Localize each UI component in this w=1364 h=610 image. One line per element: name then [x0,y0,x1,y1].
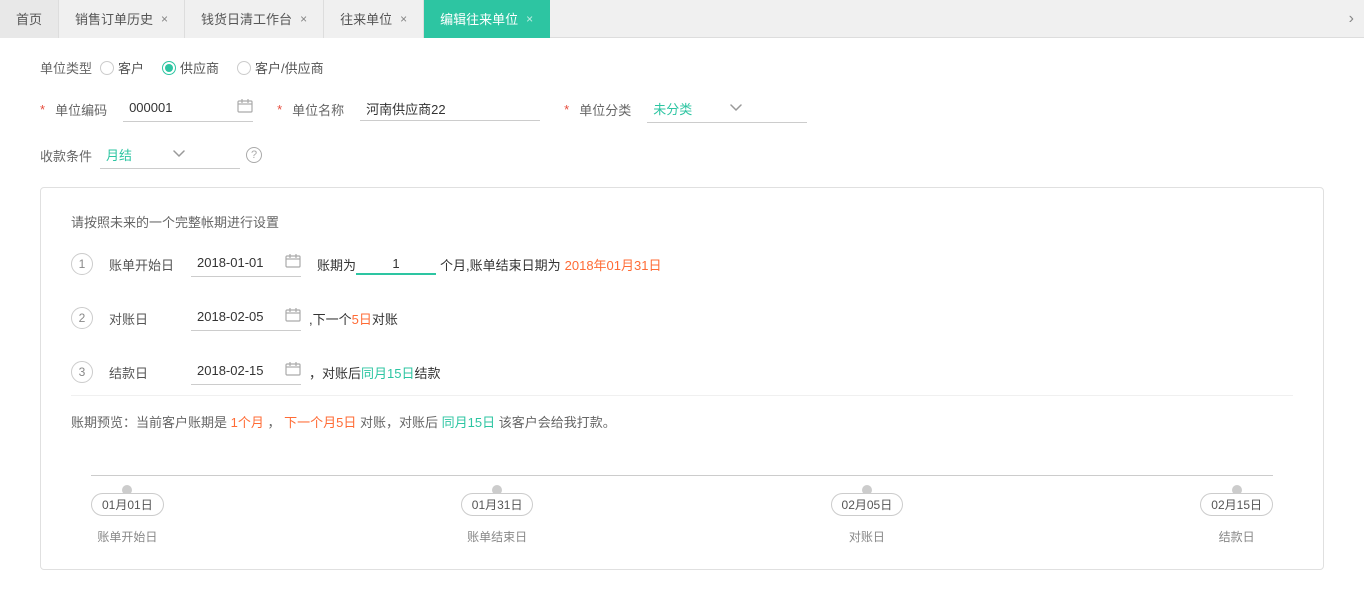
timeline-point-2: 01月31日 账单结束日 [461,481,534,545]
timeline-badge-2: 01月31日 [461,493,534,516]
preview-part3: 同月15日 [442,415,495,430]
payment-suffix-prefix: ，对账后 [309,363,361,382]
timeline-badge-3: 02月05日 [831,493,904,516]
unit-code-input-wrapper [123,96,253,122]
row-number-3: 3 [71,361,93,383]
timeline-label-2: 账单结束日 [467,528,527,545]
preview-label: 账期预览：当前客户账期是 [71,415,227,430]
close-cash-desk[interactable]: × [300,12,307,26]
period-value-input[interactable] [356,254,436,275]
unit-type-radio-group: 客户 供应商 客户/供应商 [100,58,324,77]
payment-suffix-text: 结款 [414,363,440,382]
payment-terms-help-icon[interactable]: ? [246,147,262,163]
unit-code-browse-icon[interactable] [237,99,253,116]
timeline-label-3: 对账日 [849,528,885,545]
unit-code-input[interactable] [123,96,233,119]
timeline-point-3: 02月05日 对账日 [831,481,904,545]
unit-name-input[interactable] [360,97,540,121]
unit-category-group: * 单位分类 未分类 [564,95,807,123]
payment-terms-row: 收款条件 月结 ? [40,141,1324,169]
tab-cash-desk[interactable]: 钱货日清工作台 × [185,0,324,38]
timeline-badge-1: 01月01日 [91,493,164,516]
unit-details-row: * 单位编码 * 单位名称 * [40,95,1324,123]
timeline-badge-4: 02月15日 [1200,493,1273,516]
preview-part2: 下一个月5日 [284,415,356,430]
unit-code-star: * [40,102,45,117]
period-label1: 账期为 [317,255,356,274]
billing-start-row: 1 账单开始日 账期为 个月,账单结束日期为 2018年01月31日 [71,251,1293,277]
preview-sep1: ， [268,415,281,430]
unit-code-group: * 单位编码 [40,96,253,122]
timeline-line [91,475,1273,476]
tab-more-button[interactable]: › [1339,10,1364,28]
reconciliation-calendar-icon[interactable] [285,308,301,325]
preview-sep2: 对账，对账后 [360,415,438,430]
row-number-2: 2 [71,307,93,329]
timeline: 01月01日 账单开始日 01月31日 账单结束日 02月05日 对账日 [91,461,1273,545]
payment-terms-select[interactable]: 月结 [100,141,240,169]
main-content: 单位类型 客户 供应商 客户/供应商 * 单位编码 [0,38,1364,610]
radio-circle-customer [100,61,114,75]
radio-circle-both [237,61,251,75]
timeline-label-4: 结款日 [1219,528,1255,545]
unit-type-label: 单位类型 [40,58,92,77]
tab-bar: 首页 销售订单历史 × 钱货日清工作台 × 往来单位 × 编辑往来单位 × › [0,0,1364,38]
radio-customer[interactable]: 客户 [100,58,144,77]
billing-start-label: 账单开始日 [109,255,179,274]
payment-calendar-icon[interactable] [285,362,301,379]
period-label2: 个月,账单结束日期为 [440,255,561,274]
period-end-date: 2018年01月31日 [565,255,662,274]
timeline-point-1: 01月01日 账单开始日 [91,481,164,545]
billing-start-date-input[interactable] [191,251,281,274]
tab-partners[interactable]: 往来单位 × [324,0,424,38]
preview-part1: 1个月 [231,415,264,430]
reconciliation-suffix-highlight: 5日 [352,309,372,328]
reconciliation-date-wrapper [191,305,301,331]
unit-category-label: 单位分类 [579,100,631,119]
unit-name-star: * [277,102,282,117]
unit-name-label: 单位名称 [292,100,344,119]
timeline-point-4: 02月15日 结款日 [1200,481,1273,545]
reconciliation-label: 对账日 [109,309,179,328]
payment-terms-label: 收款条件 [40,146,92,165]
payment-terms-chevron [173,149,234,161]
preview-row: 账期预览：当前客户账期是 1个月 ， 下一个月5日 对账，对账后 同月15日 该… [71,395,1293,441]
unit-category-chevron [730,103,801,115]
payment-date-input[interactable] [191,359,281,382]
radio-circle-supplier [162,61,176,75]
tab-sales-history[interactable]: 销售订单历史 × [59,0,185,38]
radio-supplier[interactable]: 供应商 [162,58,219,77]
radio-both[interactable]: 客户/供应商 [237,58,324,77]
tab-edit-partner[interactable]: 编辑往来单位 × [424,0,550,38]
unit-type-row: 单位类型 客户 供应商 客户/供应商 [40,58,1324,77]
unit-category-select[interactable]: 未分类 [647,95,807,123]
payment-date-row: 3 结款日 ，对账后 同月15日 结款 [71,359,1293,385]
billing-start-date-wrapper [191,251,301,277]
reconciliation-date-input[interactable] [191,305,281,328]
close-edit-partner[interactable]: × [526,12,533,26]
unit-code-label: 单位编码 [55,100,107,119]
payment-suffix-highlight: 同月15日 [361,363,414,382]
close-sales-history[interactable]: × [161,12,168,26]
close-partners[interactable]: × [400,12,407,26]
billing-period-section: 请按照未来的一个完整帐期进行设置 1 账单开始日 账期为 个月,账单结束日期为 [40,187,1324,570]
reconciliation-row: 2 对账日 ,下一个 5日 对账 [71,305,1293,331]
reconciliation-suffix-prefix: ,下一个 [309,309,352,328]
payment-date-label: 结款日 [109,363,179,382]
reconciliation-suffix-text: 对账 [372,309,398,328]
row-number-1: 1 [71,253,93,275]
unit-category-star: * [564,102,569,117]
timeline-label-1: 账单开始日 [97,528,157,545]
section-instruction: 请按照未来的一个完整帐期进行设置 [71,212,1293,231]
payment-date-wrapper [191,359,301,385]
billing-start-calendar-icon[interactable] [285,254,301,271]
preview-end: 该客户会给我打款。 [499,415,616,430]
tab-home[interactable]: 首页 [0,0,59,38]
timeline-points: 01月01日 账单开始日 01月31日 账单结束日 02月05日 对账日 [91,481,1273,545]
unit-name-group: * 单位名称 [277,97,540,121]
